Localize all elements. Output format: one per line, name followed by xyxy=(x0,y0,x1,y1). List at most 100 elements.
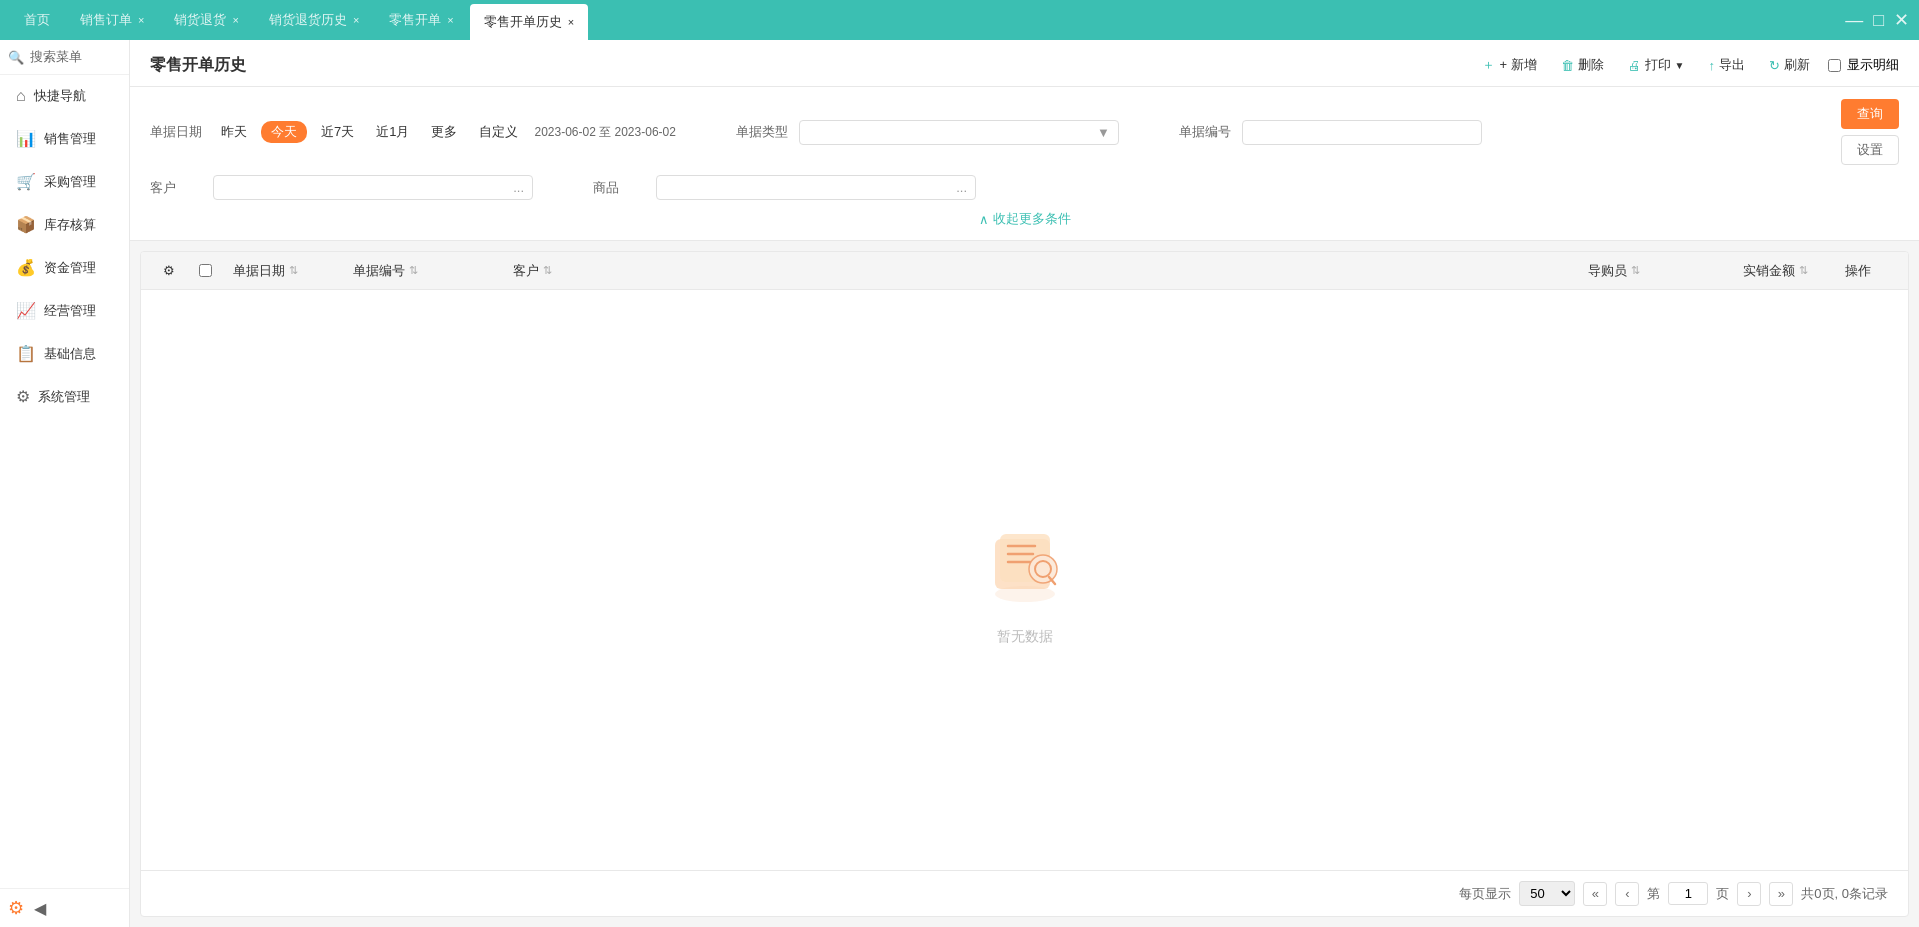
ops-icon: 📈 xyxy=(16,301,36,320)
add-button[interactable]: ＋ + 新增 xyxy=(1476,52,1542,78)
date-1month[interactable]: 近1月 xyxy=(368,121,417,143)
basic-icon: 📋 xyxy=(16,344,36,363)
content-area: 零售开单历史 ＋ + 新增 🗑 删除 🖨 打印 ▼ ↑ 导出 xyxy=(130,40,1919,927)
tab-sales-order[interactable]: 销售订单 × xyxy=(66,0,158,40)
tab-sales-return[interactable]: 销货退货 × xyxy=(160,0,252,40)
date-today[interactable]: 今天 xyxy=(261,121,307,143)
th-customer[interactable]: 客户 ⇅ xyxy=(503,262,1578,280)
th-number[interactable]: 单据编号 ⇅ xyxy=(343,262,503,280)
date-7days[interactable]: 近7天 xyxy=(313,121,362,143)
settings-button[interactable]: 设置 xyxy=(1841,135,1899,165)
goods-label: 商品 xyxy=(593,179,648,197)
sort-customer-icon: ⇅ xyxy=(543,264,552,277)
per-page-label: 每页显示 xyxy=(1459,885,1511,903)
delete-icon: 🗑 xyxy=(1561,58,1574,73)
close-button[interactable]: ✕ xyxy=(1894,9,1909,31)
maximize-button[interactable]: □ xyxy=(1873,10,1884,31)
empty-icon xyxy=(975,514,1075,614)
goods-filter: 商品 ... xyxy=(593,175,976,200)
close-tab-icon[interactable]: × xyxy=(232,14,238,26)
th-amount[interactable]: 实销金额 ⇅ xyxy=(1698,262,1818,280)
last-page-button[interactable]: » xyxy=(1769,882,1793,906)
print-button[interactable]: 🖨 打印 ▼ xyxy=(1622,52,1691,78)
sidebar-item-system[interactable]: ⚙ 系统管理 xyxy=(0,375,129,418)
sales-icon: 📊 xyxy=(16,129,36,148)
th-checkbox[interactable] xyxy=(187,264,223,277)
goods-select[interactable]: ... xyxy=(656,175,976,200)
sidebar-search[interactable]: 🔍 搜索菜单 xyxy=(0,40,129,75)
toolbar: ＋ + 新增 🗑 删除 🖨 打印 ▼ ↑ 导出 ↻ xyxy=(1476,52,1899,78)
action-buttons: 查询 设置 xyxy=(1841,99,1899,165)
collapse-button[interactable]: ∧ 收起更多条件 xyxy=(150,210,1899,228)
tab-retail-open[interactable]: 零售开单 × xyxy=(375,0,467,40)
home-icon: ⌂ xyxy=(16,87,26,105)
date-yesterday[interactable]: 昨天 xyxy=(213,121,255,143)
goods-dots: ... xyxy=(956,180,967,195)
date-filter: 单据日期 昨天 今天 近7天 近1月 更多 自定义 2023-06-02 至 2… xyxy=(150,121,676,143)
th-settings[interactable]: ⚙ xyxy=(151,263,187,278)
sidebar-settings-icon[interactable]: ⚙ xyxy=(8,897,24,919)
next-page-button[interactable]: › xyxy=(1737,882,1761,906)
display-checkbox[interactable] xyxy=(1828,59,1841,72)
print-icon: 🖨 xyxy=(1628,58,1641,73)
date-more[interactable]: 更多 xyxy=(423,121,465,143)
svg-point-6 xyxy=(1029,555,1057,583)
customer-filter: 客户 ... xyxy=(150,175,533,200)
finance-icon: 💰 xyxy=(16,258,36,277)
print-dropdown-icon: ▼ xyxy=(1675,60,1685,71)
main-layout: 🔍 搜索菜单 ⌂ 快捷导航 📊 销售管理 🛒 采购管理 📦 库存核算 💰 资金管… xyxy=(0,40,1919,927)
table-header: ⚙ 单据日期 ⇅ 单据编号 ⇅ 客户 ⇅ 导购员 xyxy=(141,252,1908,290)
sidebar-item-sales[interactable]: 📊 销售管理 xyxy=(0,117,129,160)
sidebar-item-finance[interactable]: 💰 资金管理 xyxy=(0,246,129,289)
sort-guide-icon: ⇅ xyxy=(1631,264,1640,277)
th-date[interactable]: 单据日期 ⇅ xyxy=(223,262,343,280)
tab-sales-return-history[interactable]: 销货退货历史 × xyxy=(255,0,373,40)
prev-page-button[interactable]: ‹ xyxy=(1615,882,1639,906)
close-tab-icon[interactable]: × xyxy=(447,14,453,26)
sort-amount-icon: ⇅ xyxy=(1799,264,1808,277)
filter-area: 单据日期 昨天 今天 近7天 近1月 更多 自定义 2023-06-02 至 2… xyxy=(130,87,1919,241)
sidebar-item-inventory[interactable]: 📦 库存核算 xyxy=(0,203,129,246)
page-header: 零售开单历史 ＋ + 新增 🗑 删除 🖨 打印 ▼ ↑ 导出 xyxy=(130,40,1919,87)
purchase-icon: 🛒 xyxy=(16,172,36,191)
delete-button[interactable]: 🗑 删除 xyxy=(1555,52,1610,78)
pagination: 每页显示 50 10 20 100 « ‹ 第 1 页 › » 共0页, 0条记… xyxy=(141,870,1908,916)
display-toggle[interactable]: 显示明细 xyxy=(1828,56,1899,74)
type-select[interactable]: ▼ xyxy=(799,120,1119,145)
page-title: 零售开单历史 xyxy=(150,55,246,76)
refresh-button[interactable]: ↻ 刷新 xyxy=(1763,52,1816,78)
export-icon: ↑ xyxy=(1709,58,1716,73)
th-action: 操作 xyxy=(1818,262,1898,280)
collapse-arrow-icon: ∧ xyxy=(979,212,989,227)
per-page-select[interactable]: 50 10 20 100 xyxy=(1519,881,1575,906)
export-button[interactable]: ↑ 导出 xyxy=(1703,52,1752,78)
th-guide[interactable]: 导购员 ⇅ xyxy=(1578,262,1698,280)
filter-row-2: 客户 ... 商品 ... xyxy=(150,175,1899,200)
close-tab-icon[interactable]: × xyxy=(138,14,144,26)
close-tab-icon[interactable]: × xyxy=(353,14,359,26)
table-area: ⚙ 单据日期 ⇅ 单据编号 ⇅ 客户 ⇅ 导购员 xyxy=(140,251,1909,917)
refresh-icon: ↻ xyxy=(1769,58,1780,73)
sort-number-icon: ⇅ xyxy=(409,264,418,277)
current-page-input[interactable]: 1 xyxy=(1668,882,1708,905)
customer-select[interactable]: ... xyxy=(213,175,533,200)
number-input[interactable] xyxy=(1242,120,1482,145)
sidebar-item-basic[interactable]: 📋 基础信息 xyxy=(0,332,129,375)
close-tab-icon[interactable]: × xyxy=(568,16,574,28)
search-icon: 🔍 xyxy=(8,50,24,65)
select-all-checkbox[interactable] xyxy=(199,264,212,277)
minimize-button[interactable]: — xyxy=(1845,10,1863,31)
sidebar-item-quick-nav[interactable]: ⌂ 快捷导航 xyxy=(0,75,129,117)
total-info: 共0页, 0条记录 xyxy=(1801,885,1888,903)
date-custom[interactable]: 自定义 xyxy=(471,121,526,143)
sidebar-collapse-icon[interactable]: ◀ xyxy=(34,899,46,918)
first-page-button[interactable]: « xyxy=(1583,882,1607,906)
empty-text: 暂无数据 xyxy=(997,628,1053,646)
type-filter: 单据类型 ▼ xyxy=(736,120,1119,145)
tab-retail-open-history[interactable]: 零售开单历史 × xyxy=(470,4,588,40)
customer-label: 客户 xyxy=(150,179,205,197)
query-button[interactable]: 查询 xyxy=(1841,99,1899,129)
sidebar-item-purchase[interactable]: 🛒 采购管理 xyxy=(0,160,129,203)
tab-home[interactable]: 首页 xyxy=(10,0,64,40)
sidebar-item-ops[interactable]: 📈 经营管理 xyxy=(0,289,129,332)
